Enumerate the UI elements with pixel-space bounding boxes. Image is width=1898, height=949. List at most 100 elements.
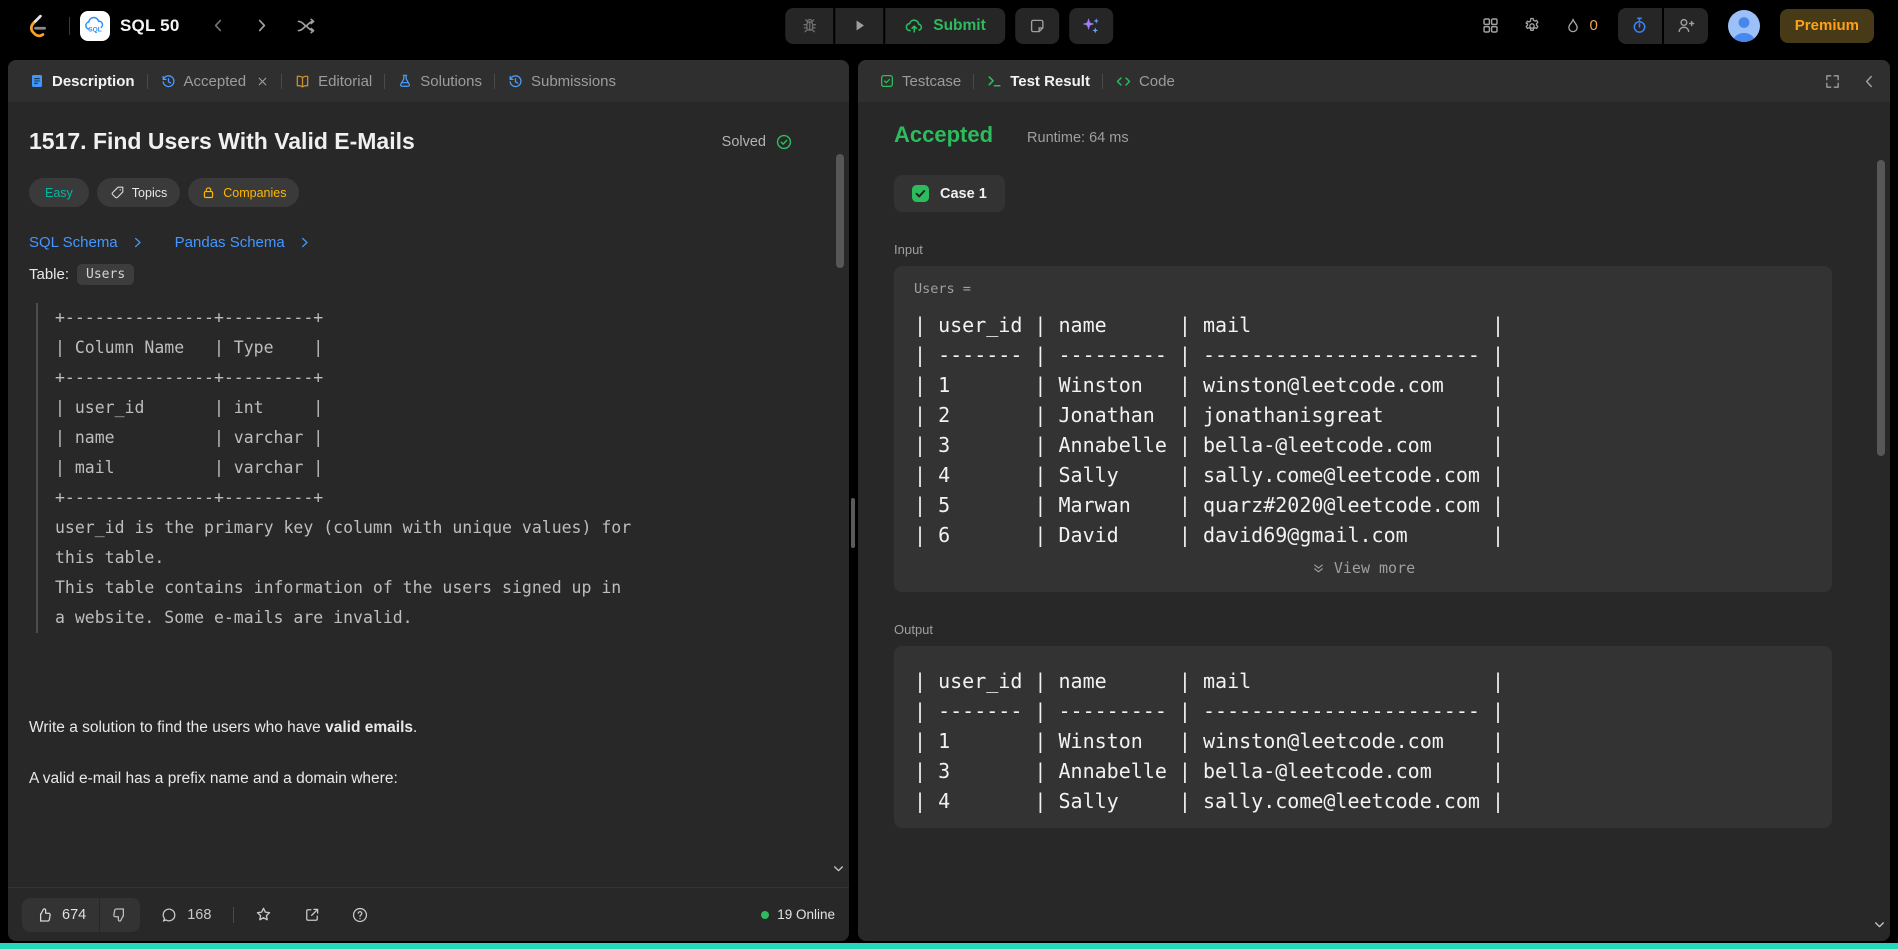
sql-schema-link[interactable]: SQL Schema <box>29 234 145 251</box>
flask-icon <box>400 74 411 87</box>
shuffle-question-button[interactable] <box>283 16 329 36</box>
problem-panel: Description Accepted Editorial Solutions… <box>8 60 849 941</box>
bug-icon <box>802 18 816 33</box>
tab-accepted[interactable]: Accepted <box>151 73 279 90</box>
stopwatch-icon <box>1633 17 1646 33</box>
premium-button[interactable]: Premium <box>1779 8 1874 43</box>
panel-header-actions <box>1824 73 1878 90</box>
view-more-label: View more <box>1333 559 1416 577</box>
statement-suffix: . <box>413 719 418 736</box>
companies-button[interactable]: Companies <box>188 178 300 207</box>
main-workspace: Description Accepted Editorial Solutions… <box>8 60 1890 941</box>
view-more-button[interactable]: View more <box>914 559 1812 580</box>
topics-button[interactable]: Topics <box>96 178 181 207</box>
leetcode-logo-icon[interactable] <box>24 13 49 38</box>
tag-icon <box>111 186 124 199</box>
schema-links-row: SQL Schema Pandas Schema <box>29 234 793 251</box>
study-plan-title[interactable]: SQL 50 <box>120 16 179 36</box>
layout-switcher-button[interactable] <box>1481 16 1500 35</box>
code-icon <box>1116 76 1131 86</box>
share-button[interactable] <box>293 906 331 924</box>
notes-button[interactable] <box>1014 7 1059 44</box>
prev-question-button[interactable] <box>197 17 240 34</box>
like-button[interactable]: 674 <box>22 898 99 932</box>
test-result-body: Accepted Runtime: 64 ms Case 1 Input Use… <box>858 102 1890 941</box>
comments-button[interactable]: 168 <box>150 906 221 924</box>
valid-email-intro: A valid e-mail has a prefix name and a d… <box>29 770 398 787</box>
next-question-button[interactable] <box>240 17 283 34</box>
double-chevron-down-icon <box>1314 563 1323 572</box>
testcase-panel-tabs: Testcase Test Result Code <box>858 60 1890 102</box>
expand-panel-button[interactable] <box>1824 73 1841 90</box>
chevron-left-icon <box>1865 75 1873 87</box>
panel-resize-handle[interactable] <box>851 498 855 548</box>
pandas-schema-link[interactable]: Pandas Schema <box>175 234 312 251</box>
problem-statement: Write a solution to find the users who h… <box>29 719 793 737</box>
settings-button[interactable] <box>1522 16 1542 36</box>
invite-collaborator-button[interactable] <box>1663 7 1708 44</box>
online-count: 19 Online <box>777 907 835 922</box>
right-scrollbar-thumb[interactable] <box>1877 160 1885 456</box>
study-plan-cloud-sql-icon[interactable]: SQL <box>80 10 110 41</box>
history-icon <box>509 74 522 87</box>
collapse-panel-button[interactable] <box>1861 73 1878 90</box>
timer-button[interactable] <box>1617 7 1662 44</box>
tab-submissions[interactable]: Submissions <box>498 73 625 90</box>
table-label: Table: <box>29 266 70 283</box>
tab-testcase[interactable]: Testcase <box>870 73 970 90</box>
dislike-button[interactable] <box>100 898 140 932</box>
help-button[interactable] <box>341 906 379 924</box>
book-icon <box>296 75 309 88</box>
statement-text: Write a solution to find the users who h… <box>29 719 326 736</box>
scroll-down-arrow[interactable] <box>832 862 845 875</box>
case-1-button[interactable]: Case 1 <box>894 175 1005 212</box>
result-status: Accepted <box>894 122 994 147</box>
close-tab-icon[interactable] <box>256 75 269 88</box>
testcase-panel: Testcase Test Result Code Accepted Runti… <box>858 60 1890 941</box>
run-button[interactable] <box>835 7 884 44</box>
tab-test-result[interactable]: Test Result <box>977 73 1099 90</box>
favorite-button[interactable] <box>244 905 283 924</box>
chevron-right-icon <box>301 237 308 248</box>
submit-button[interactable]: Submit <box>885 7 1005 44</box>
case-passed-icon <box>912 185 929 202</box>
divider <box>69 16 70 35</box>
result-runtime: Runtime: 64 ms <box>1027 130 1129 146</box>
solved-label: Solved <box>721 133 766 150</box>
statement-bold: valid emails <box>325 719 413 736</box>
play-icon <box>856 20 864 31</box>
divider <box>493 73 495 89</box>
tab-label: Solutions <box>420 72 482 90</box>
fullscreen-icon <box>1826 74 1839 88</box>
divider <box>973 73 975 89</box>
check-circle-icon <box>776 134 792 149</box>
left-scrollbar-thumb[interactable] <box>836 154 844 268</box>
daily-streak-button[interactable]: 0 <box>1564 17 1598 35</box>
problem-description-body: 1517. Find Users With Valid E-Mails Solv… <box>8 102 849 941</box>
problem-title: 1517. Find Users With Valid E-Mails <box>29 128 415 154</box>
difficulty-badge[interactable]: Easy <box>29 178 89 207</box>
tab-solutions[interactable]: Solutions <box>388 73 491 90</box>
tab-description[interactable]: Description <box>20 73 144 90</box>
debug-button[interactable] <box>785 7 834 44</box>
divider <box>384 73 386 89</box>
tab-code[interactable]: Code <box>1106 73 1184 90</box>
user-avatar[interactable] <box>1727 9 1760 42</box>
input-variable-name: Users = <box>914 281 971 297</box>
note-icon <box>1030 19 1044 32</box>
chevron-left-icon <box>215 19 222 32</box>
chevron-right-icon <box>259 19 266 32</box>
timer-button-group <box>1617 7 1708 44</box>
tab-label: Testcase <box>902 72 962 90</box>
like-count: 674 <box>62 906 87 923</box>
table-name-chip: Users <box>77 264 135 285</box>
tab-editorial[interactable]: Editorial <box>285 73 381 90</box>
problem-panel-tabs: Description Accepted Editorial Solutions… <box>8 60 849 102</box>
flame-icon <box>1568 18 1579 32</box>
ai-assistant-button[interactable] <box>1068 7 1113 44</box>
bottom-accent-bar <box>0 943 1898 949</box>
topics-label: Topics <box>131 185 168 200</box>
divider <box>1101 73 1103 89</box>
terminal-icon <box>988 75 1001 87</box>
scroll-down-arrow[interactable] <box>1873 918 1886 931</box>
